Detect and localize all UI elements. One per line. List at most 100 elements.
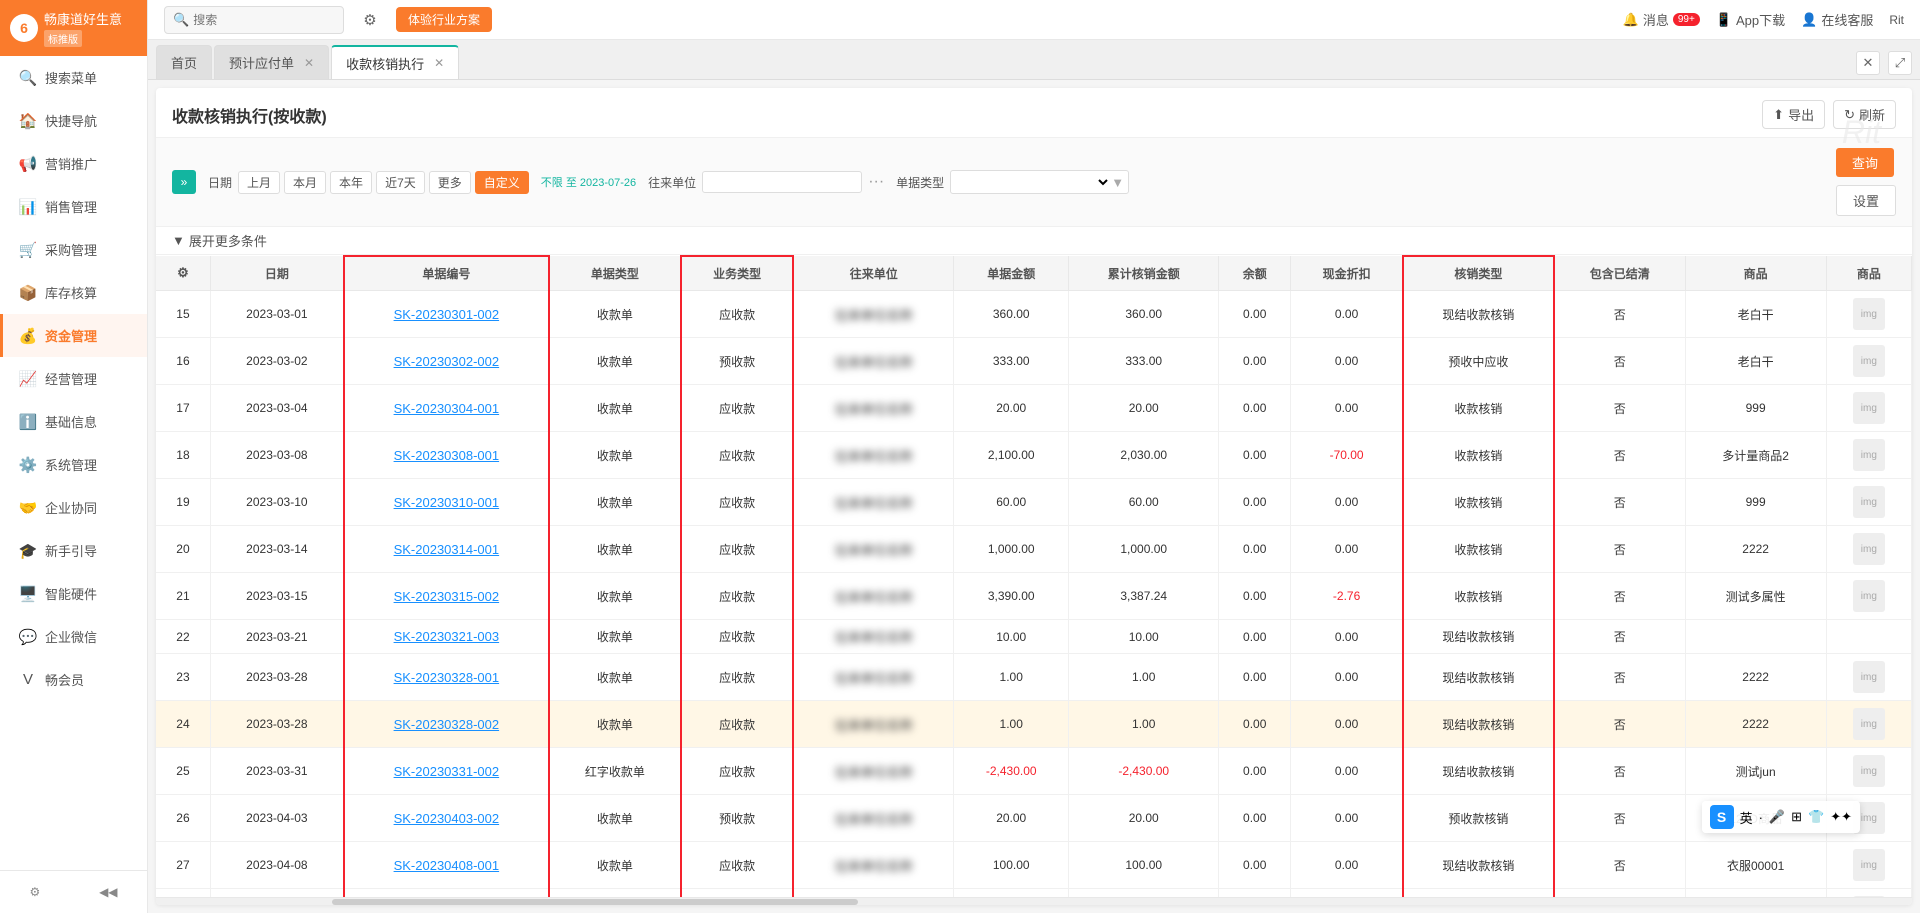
bill-no-link[interactable]: SK-20230304-001 (394, 401, 500, 416)
cell-discount: 0.00 (1291, 338, 1403, 385)
query-btn[interactable]: 查询 (1836, 148, 1894, 177)
cell-product-img: img (1826, 432, 1911, 479)
cell-bill-no[interactable]: SK-20230301-002 (344, 291, 549, 338)
collapse-btn[interactable]: ◀◀ (89, 879, 127, 905)
settings-form-btn[interactable]: 设置 (1836, 185, 1896, 216)
cell-bill-no[interactable]: SK-20230403-002 (344, 795, 549, 842)
scrollbar-thumb[interactable] (332, 899, 859, 905)
cell-bill-no[interactable]: SK-20230418-001 (344, 889, 549, 898)
date-btn-last-month[interactable]: 上月 (238, 171, 280, 194)
bill-no-link[interactable]: SK-20230328-002 (394, 717, 500, 732)
sidebar-item-10[interactable]: 🤝企业协同 (0, 486, 147, 529)
settings-btn[interactable]: ⚙ (19, 879, 50, 905)
sidebar-item-1[interactable]: 🏠快捷导航 (0, 99, 147, 142)
cell-bill-no[interactable]: SK-20230308-001 (344, 432, 549, 479)
cell-bill-no[interactable]: SK-20230331-002 (344, 748, 549, 795)
cell-bill-no[interactable]: SK-20230321-003 (344, 620, 549, 654)
bill-no-link[interactable]: SK-20230331-002 (394, 764, 500, 779)
sidebar-item-11[interactable]: 🎓新手引导 (0, 529, 147, 572)
bill-no-link[interactable]: SK-20230314-001 (394, 542, 500, 557)
sidebar-item-8[interactable]: ℹ️基础信息 (0, 400, 147, 443)
table-row[interactable]: 16 2023-03-02 SK-20230302-002 收款单 预收款 往来… (156, 338, 1912, 385)
maximize-btn[interactable]: ⤢ (1888, 51, 1912, 75)
sidebar-item-13[interactable]: 💬企业微信 (0, 615, 147, 658)
sidebar-label-2: 营销推广 (45, 154, 97, 173)
industry-btn[interactable]: 体验行业方案 (396, 7, 492, 32)
chevron-down-icon-expand: ▼ (172, 233, 185, 248)
bill-no-link[interactable]: SK-20230315-002 (394, 589, 500, 604)
topbar-search-box[interactable]: 🔍 (164, 6, 344, 34)
sidebar-item-7[interactable]: 📈经营管理 (0, 357, 147, 400)
cell-bill-no[interactable]: SK-20230304-001 (344, 385, 549, 432)
table-row[interactable]: 25 2023-03-31 SK-20230331-002 红字收款单 应收款 … (156, 748, 1912, 795)
bill-no-link[interactable]: SK-20230302-002 (394, 354, 500, 369)
cell-bill-no[interactable]: SK-20230302-002 (344, 338, 549, 385)
expand-more-btn[interactable]: ▼ 展开更多条件 (156, 227, 1912, 255)
product-thumb: img (1853, 708, 1885, 740)
tab-close-1[interactable]: ✕ (304, 56, 314, 70)
table-row[interactable]: 22 2023-03-21 SK-20230321-003 收款单 应收款 往来… (156, 620, 1912, 654)
tab-1[interactable]: 预计应付单✕ (214, 45, 329, 79)
date-filter-label: 日期 (208, 174, 232, 191)
date-btn-this-month[interactable]: 本月 (284, 171, 326, 194)
counterpart-input[interactable] (702, 171, 862, 193)
table-row[interactable]: 19 2023-03-10 SK-20230310-001 收款单 应收款 往来… (156, 479, 1912, 526)
table-row[interactable]: 15 2023-03-01 SK-20230301-002 收款单 应收款 往来… (156, 291, 1912, 338)
sidebar-item-2[interactable]: 📢营销推广 (0, 142, 147, 185)
sidebar-item-12[interactable]: 🖥️智能硬件 (0, 572, 147, 615)
sidebar-item-0[interactable]: 🔍搜索菜单 (0, 56, 147, 99)
refresh-btn[interactable]: ↻ 刷新 (1833, 100, 1896, 129)
cell-included: 否 (1554, 573, 1685, 620)
gear-icon[interactable]: ⚙ (356, 6, 384, 34)
cell-bill-no[interactable]: SK-20230314-001 (344, 526, 549, 573)
table-row[interactable]: 23 2023-03-28 SK-20230328-001 收款单 应收款 往来… (156, 654, 1912, 701)
bill-no-link[interactable]: SK-20230301-002 (394, 307, 500, 322)
horizontal-scrollbar[interactable] (156, 897, 1912, 905)
bill-no-link[interactable]: SK-20230408-001 (394, 858, 500, 873)
sidebar-item-6[interactable]: 💰资金管理 (0, 314, 147, 357)
sidebar-item-3[interactable]: 📊销售管理 (0, 185, 147, 228)
tab-close-2[interactable]: ✕ (434, 56, 444, 70)
filter-toggle-btn[interactable]: » (172, 170, 196, 194)
cell-bill-no[interactable]: SK-20230328-001 (344, 654, 549, 701)
bill-no-link[interactable]: SK-20230321-003 (394, 629, 500, 644)
col-header-config[interactable]: ⚙ (156, 256, 210, 291)
date-btn-custom[interactable]: 自定义 (475, 171, 529, 194)
date-btn-7days[interactable]: 近7天 (376, 171, 425, 194)
bill-type-select[interactable] (951, 171, 1111, 193)
table-row[interactable]: 21 2023-03-15 SK-20230315-002 收款单 应收款 往来… (156, 573, 1912, 620)
table-row[interactable]: 24 2023-03-28 SK-20230328-002 收款单 应收款 往来… (156, 701, 1912, 748)
table-row[interactable]: 17 2023-03-04 SK-20230304-001 收款单 应收款 往来… (156, 385, 1912, 432)
table-row[interactable]: 28 2023-04-18 SK-20230418-001 收款单 应收款 往来… (156, 889, 1912, 898)
tab-2[interactable]: 收款核销执行✕ (331, 45, 459, 79)
sidebar-item-14[interactable]: V畅会员 (0, 658, 147, 701)
date-btn-this-year[interactable]: 本年 (330, 171, 372, 194)
export-btn[interactable]: ⬆ 导出 (1762, 100, 1825, 129)
tab-0[interactable]: 首页 (156, 45, 212, 79)
cell-bill-no[interactable]: SK-20230408-001 (344, 842, 549, 889)
bill-no-link[interactable]: SK-20230328-001 (394, 670, 500, 685)
table-row[interactable]: 26 2023-04-03 SK-20230403-002 收款单 预收款 往来… (156, 795, 1912, 842)
table-row[interactable]: 20 2023-03-14 SK-20230314-001 收款单 应收款 往来… (156, 526, 1912, 573)
app-download-btn[interactable]: 📱 App下载 (1716, 10, 1785, 29)
cell-bill-no[interactable]: SK-20230315-002 (344, 573, 549, 620)
table-row[interactable]: 18 2023-03-08 SK-20230308-001 收款单 应收款 往来… (156, 432, 1912, 479)
bill-no-link[interactable]: SK-20230310-001 (394, 495, 500, 510)
sidebar-icon-5: 📦 (19, 284, 37, 302)
notification-bell[interactable]: 🔔 消息 99+ (1623, 10, 1700, 29)
username-display[interactable]: Rit (1889, 13, 1904, 27)
online-service-btn[interactable]: 👤 在线客服 (1801, 10, 1873, 29)
bill-no-link[interactable]: SK-20230403-002 (394, 811, 500, 826)
sidebar-item-5[interactable]: 📦库存核算 (0, 271, 147, 314)
bill-type-select-wrapper[interactable]: ▼ (950, 170, 1129, 194)
date-btn-more[interactable]: 更多 (429, 171, 471, 194)
sidebar-item-4[interactable]: 🛒采购管理 (0, 228, 147, 271)
table-row[interactable]: 27 2023-04-08 SK-20230408-001 收款单 应收款 往来… (156, 842, 1912, 889)
close-tab-btn[interactable]: ✕ (1856, 51, 1880, 75)
counterpart-more-icon[interactable]: ··· (868, 173, 884, 191)
bill-no-link[interactable]: SK-20230308-001 (394, 448, 500, 463)
search-input[interactable] (193, 13, 313, 27)
cell-bill-no[interactable]: SK-20230310-001 (344, 479, 549, 526)
cell-bill-no[interactable]: SK-20230328-002 (344, 701, 549, 748)
sidebar-item-9[interactable]: ⚙️系统管理 (0, 443, 147, 486)
